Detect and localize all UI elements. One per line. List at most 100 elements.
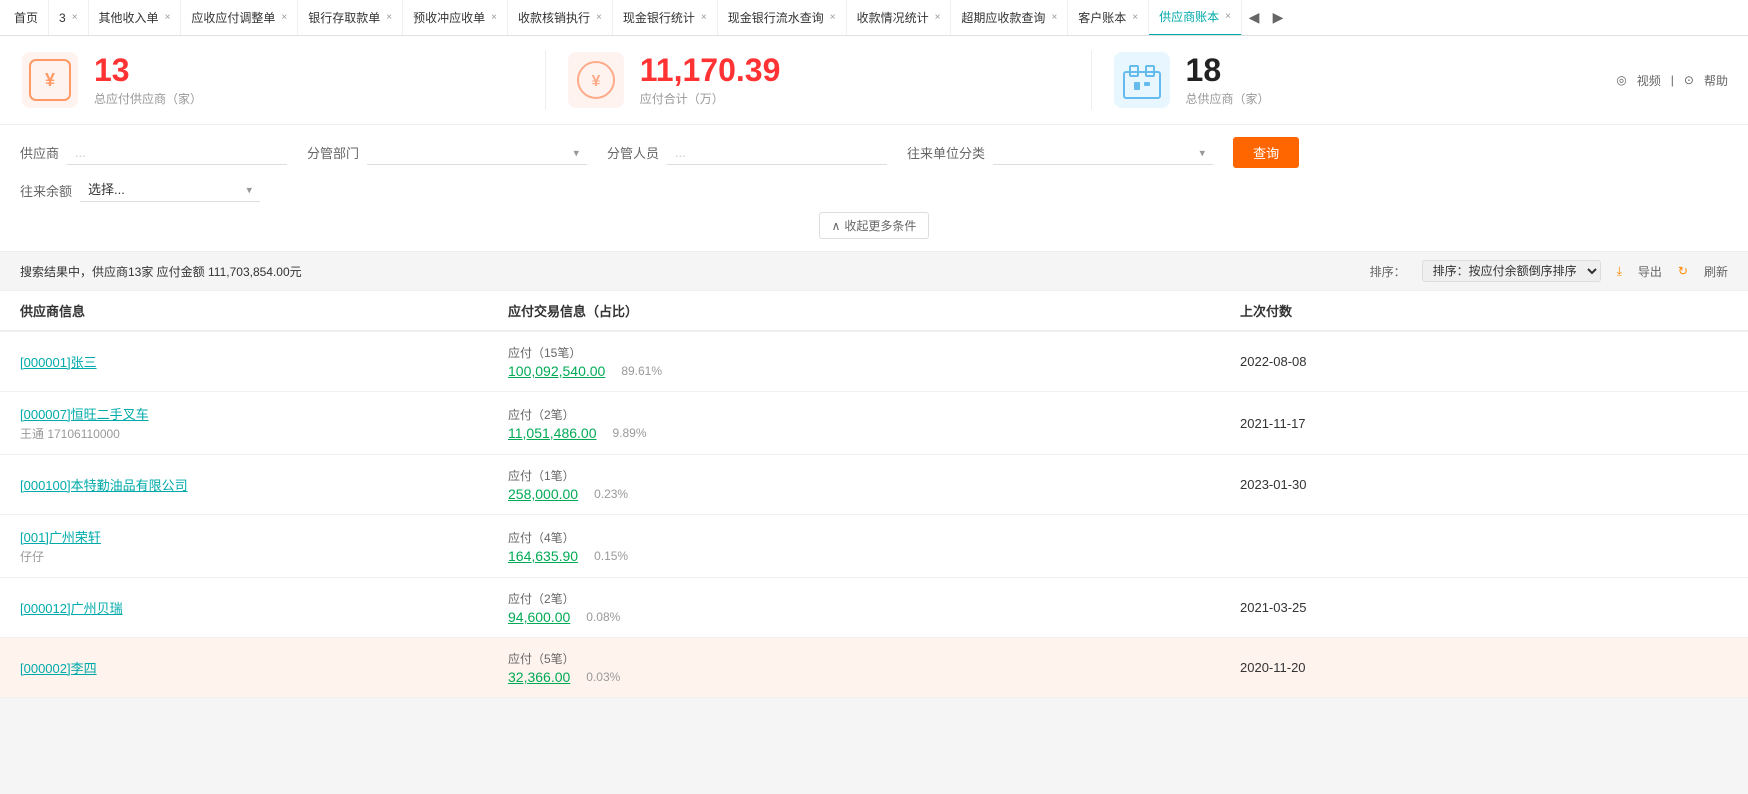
balance-select-wrap: 选择... (80, 178, 260, 202)
filter-dept: 分管部门 (307, 141, 587, 165)
supplier-link-2[interactable]: [000100]本特勤油品有限公司 (20, 475, 508, 494)
nav-item-3[interactable]: 3 × (49, 0, 89, 36)
help-link[interactable]: 帮助 (1704, 72, 1728, 89)
tx-label-0: 应付（15笔） (508, 344, 1240, 361)
filter-person: 分管人员 (607, 141, 887, 165)
collapse-button[interactable]: ∧ 收起更多条件 (819, 212, 930, 239)
person-input[interactable] (667, 141, 887, 165)
filter-supplier: 供应商 (20, 141, 287, 165)
nav-item-overdue[interactable]: 超期应收款查询 × (951, 0, 1068, 36)
supplier-link-0[interactable]: [000001]张三 (20, 352, 508, 371)
header-separator: | (1671, 73, 1674, 87)
stat-divider-1 (545, 50, 546, 110)
payable-amount-icon: ¥ (566, 50, 626, 110)
nav-label-adjustments: 应收应付调整单 (191, 9, 275, 26)
percent-3: 0.15% (594, 549, 628, 563)
refresh-button[interactable]: 刷新 (1704, 263, 1728, 280)
amount-0[interactable]: 100,092,540.00 (508, 363, 605, 379)
total-suppliers-number: 18 (1186, 54, 1270, 86)
close-icon[interactable]: × (165, 12, 171, 23)
nav-label-cash-stats: 现金银行统计 (623, 9, 695, 26)
nav-prev-arrow[interactable]: ◀ (1242, 0, 1266, 36)
close-icon[interactable]: × (72, 12, 78, 23)
results-info: 搜索结果中，供应商13家 应付金额 111,703,854.00元 (20, 263, 302, 280)
close-icon[interactable]: × (1132, 12, 1138, 23)
nav-item-cash-flow[interactable]: 现金银行流水查询 × (718, 0, 847, 36)
dept-select[interactable] (367, 141, 587, 165)
close-icon[interactable]: × (1051, 12, 1057, 23)
nav-next-arrow[interactable]: ▶ (1266, 0, 1290, 36)
nav-item-adjustments[interactable]: 应收应付调整单 × (181, 0, 298, 36)
supplier-link-5[interactable]: [000002]李四 (20, 658, 508, 677)
supplier-link-1[interactable]: [000007]恒旺二手叉车 (20, 404, 508, 423)
nav-label-supplier-ledger: 供应商账本 (1159, 8, 1219, 25)
nav-item-supplier-ledger[interactable]: 供应商账本 × (1149, 0, 1242, 36)
video-link[interactable]: 视频 (1637, 72, 1661, 89)
percent-4: 0.08% (586, 610, 620, 624)
nav-item-customer-ledger[interactable]: 客户账本 × (1068, 0, 1149, 36)
amount-2[interactable]: 258,000.00 (508, 486, 578, 502)
supplier-link-3[interactable]: [001]广州荣轩 (20, 527, 508, 546)
tx-cell-0: 应付（15笔） 100,092,540.00 89.61% (508, 344, 1240, 379)
close-icon[interactable]: × (830, 12, 836, 23)
nav-bar: 首页 3 × 其他收入单 × 应收应付调整单 × 银行存取款单 × 预收冲应收单… (0, 0, 1748, 36)
supplier-label: 供应商 (20, 143, 59, 162)
nav-item-payment-stats[interactable]: 收款情况统计 × (847, 0, 952, 36)
col-header-supplier: 供应商信息 (20, 301, 508, 320)
table-row: [000100]本特勤油品有限公司 应付（1笔） 258,000.00 0.23… (0, 455, 1748, 515)
supplier-link-4[interactable]: [000012]广州贝瑞 (20, 598, 508, 617)
nav-item-cash-stats[interactable]: 现金银行统计 × (613, 0, 718, 36)
close-icon[interactable]: × (935, 12, 941, 23)
supplier-input[interactable] (67, 141, 287, 165)
nav-item-other-income[interactable]: 其他收入单 × (89, 0, 182, 36)
balance-select[interactable]: 选择... (80, 178, 260, 202)
close-icon[interactable]: × (1225, 11, 1231, 22)
tx-row-0: 100,092,540.00 89.61% (508, 363, 1240, 379)
close-icon[interactable]: × (491, 12, 497, 23)
col-header-lastpay: 上次付数 (1240, 301, 1728, 320)
tx-label-1: 应付（2笔） (508, 406, 1240, 423)
search-button[interactable]: 查询 (1233, 137, 1299, 168)
filter-balance: 往来余额 选择... (20, 178, 260, 202)
svg-text:¥: ¥ (45, 70, 55, 90)
unit-type-select-wrap (993, 141, 1213, 165)
nav-item-bank-deposit[interactable]: 银行存取款单 × (298, 0, 403, 36)
refresh-icon: ↻ (1678, 264, 1688, 278)
close-icon[interactable]: × (281, 12, 287, 23)
nav-label-payment-stats: 收款情况统计 (857, 9, 929, 26)
nav-item-advance[interactable]: 预收冲应收单 × (403, 0, 508, 36)
dept-label: 分管部门 (307, 143, 359, 162)
amount-1[interactable]: 11,051,486.00 (508, 425, 597, 441)
filter-unit-type: 往来单位分类 (907, 141, 1213, 165)
unit-type-label: 往来单位分类 (907, 143, 985, 162)
export-button[interactable]: 导出 (1638, 263, 1662, 280)
filter-row-1: 供应商 分管部门 分管人员 往来单位分类 查询 (20, 137, 1728, 168)
close-icon[interactable]: × (386, 12, 392, 23)
nav-item-collection[interactable]: 收款核销执行 × (508, 0, 613, 36)
lastpay-cell-2: 2023-01-30 (1240, 477, 1728, 492)
table-row: [000001]张三 应付（15笔） 100,092,540.00 89.61%… (0, 332, 1748, 392)
amount-3[interactable]: 164,635.90 (508, 548, 578, 564)
supplier-cell-2: [000100]本特勤油品有限公司 (20, 475, 508, 494)
unit-type-select[interactable] (993, 141, 1213, 165)
amount-5[interactable]: 32,366.00 (508, 669, 570, 685)
close-icon[interactable]: × (596, 12, 602, 23)
tx-label-3: 应付（4笔） (508, 529, 1240, 546)
tx-label-2: 应付（1笔） (508, 467, 1240, 484)
lastpay-cell-4: 2021-03-25 (1240, 600, 1728, 615)
nav-label-other-income: 其他收入单 (99, 9, 159, 26)
tx-cell-1: 应付（2笔） 11,051,486.00 9.89% (508, 406, 1240, 441)
table-row: [000012]广州贝瑞 应付（2笔） 94,600.00 0.08% 2021… (0, 578, 1748, 638)
nav-label-bank-deposit: 银行存取款单 (308, 9, 380, 26)
amount-4[interactable]: 94,600.00 (508, 609, 570, 625)
nav-label-home: 首页 (14, 9, 38, 26)
sort-select[interactable]: 排序：按应付余额倒序排序 (1422, 260, 1601, 282)
tx-cell-5: 应付（5笔） 32,366.00 0.03% (508, 650, 1240, 685)
collapse-icon: ∧ (832, 219, 841, 233)
sort-label: 排序： (1370, 263, 1406, 280)
nav-item-home[interactable]: 首页 (4, 0, 49, 36)
close-icon[interactable]: × (701, 12, 707, 23)
payable-suppliers-label: 总应付供应商（家） (94, 90, 202, 107)
supplier-cell-5: [000002]李四 (20, 658, 508, 677)
percent-0: 89.61% (621, 364, 662, 378)
